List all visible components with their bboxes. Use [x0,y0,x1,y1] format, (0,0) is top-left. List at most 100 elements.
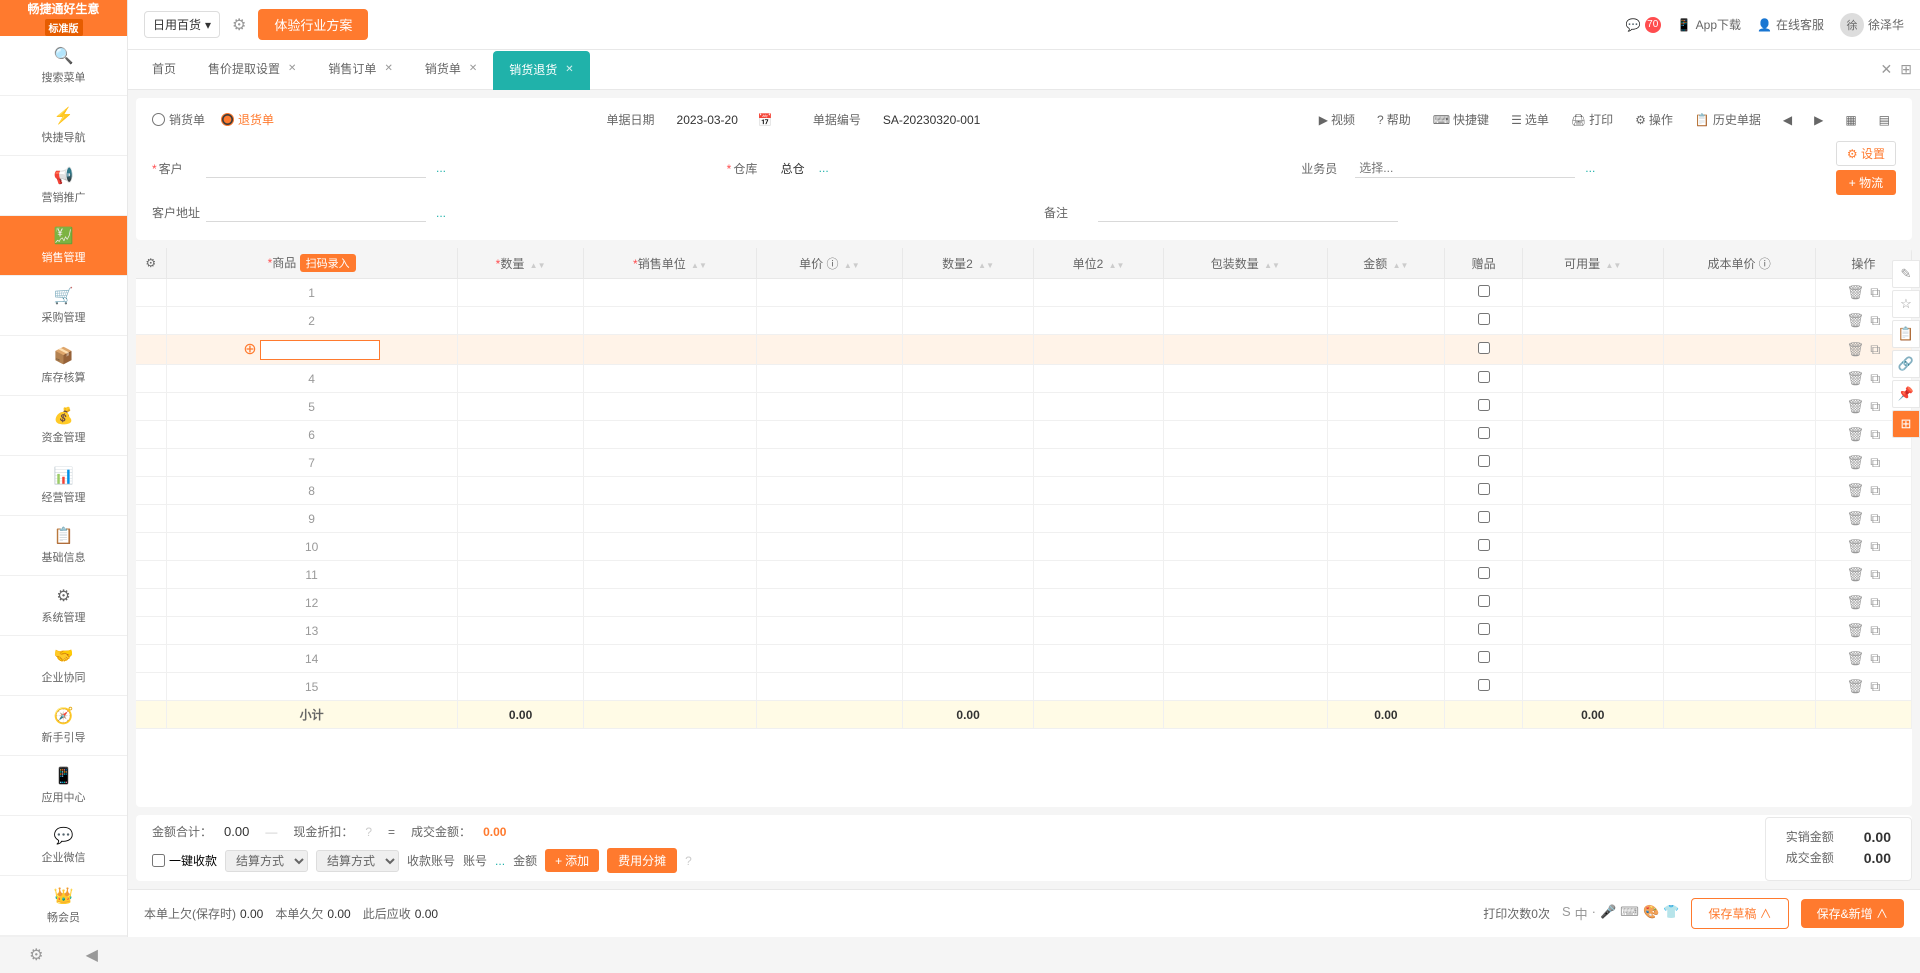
quantity-sort[interactable]: ▲▼ [530,261,546,270]
salesperson-dots[interactable]: ... [1585,161,1595,175]
copy-icon-12[interactable]: ⧉ [1870,594,1880,611]
sales-unit-sort[interactable]: ▲▼ [691,261,707,270]
sidebar-item-search[interactable]: 🔍搜索菜单 [0,36,127,96]
copy-icon-1[interactable]: ⧉ [1870,284,1880,301]
copy-icon-2[interactable]: ⧉ [1870,312,1880,329]
calendar-icon[interactable]: 📅 [758,113,773,127]
collapse-icon[interactable]: ◀ [86,945,98,965]
col-gear[interactable]: ⚙ [136,248,166,279]
delete-icon-8[interactable]: 🗑 [1846,482,1864,499]
tab-sales-delivery[interactable]: 销货单✕ [409,50,493,89]
gift-check-4[interactable] [1478,371,1490,383]
customer-dots[interactable]: ... [436,161,446,175]
product-input-3[interactable] [260,340,380,360]
tab-sales-order[interactable]: 销售订单✕ [312,50,408,89]
tab-close-sales-delivery[interactable]: ✕ [469,63,477,74]
copy-icon-9[interactable]: ⧉ [1870,510,1880,527]
shirt-icon[interactable]: 👕 [1663,904,1679,923]
copy-icon-13[interactable]: ⧉ [1870,622,1880,639]
gift-check-15[interactable] [1478,679,1490,691]
next-record-btn[interactable]: ▶ [1808,110,1829,130]
skin-icon[interactable]: 🎨 [1643,904,1659,923]
radio-return[interactable]: 退货单 [221,111,274,128]
settings-btn[interactable]: ⚙ 设置 [1836,141,1896,166]
sidebar-item-shortcuts[interactable]: ⚡快捷导航 [0,96,127,156]
sidebar-item-finance[interactable]: 💰资金管理 [0,396,127,456]
sidebar-item-member[interactable]: 👑畅会员 [0,876,127,936]
expand-tabs-btn[interactable]: ⊞ [1900,61,1912,78]
delete-icon-10[interactable]: 🗑 [1846,538,1864,555]
gift-check-8[interactable] [1478,483,1490,495]
messages-btn[interactable]: 💬 70 [1626,17,1661,33]
mic-icon[interactable]: 🎤 [1600,904,1616,923]
save-draft-btn[interactable]: 保存草稿 ∧ [1691,898,1788,929]
customer-input[interactable] [206,159,426,178]
input-icon2[interactable]: · [1592,904,1596,923]
gift-check-11[interactable] [1478,567,1490,579]
sidebar-item-weixin[interactable]: 💬企业微信 [0,816,127,876]
gift-check-1[interactable] [1478,285,1490,297]
history-btn[interactable]: 📋 历史单据 [1689,108,1767,131]
cash-discount-help-icon[interactable]: ? [365,825,372,839]
float-btn-4[interactable]: 🔗 [1892,350,1920,378]
copy-icon-15[interactable]: ⧉ [1870,678,1880,695]
topbar-gear-icon[interactable]: ⚙ [232,15,246,35]
delete-icon-6[interactable]: 🗑 [1846,426,1864,443]
tab-sales-return[interactable]: 销货退货✕ [493,51,589,90]
float-btn-3[interactable]: 📋 [1892,320,1920,348]
sidebar-item-newguide[interactable]: 🧭新手引导 [0,696,127,756]
table-view-btn[interactable]: ▦ [1839,110,1862,130]
save-new-btn[interactable]: 保存&新增 ∧ [1801,899,1904,928]
radio-return-input[interactable] [221,113,234,126]
add-row-btn[interactable]: ⊕ [243,341,256,358]
copy-icon-11[interactable]: ⧉ [1870,566,1880,583]
video-btn[interactable]: ▶ 视频 [1313,108,1361,131]
tab-home[interactable]: 首页 [136,50,192,89]
copy-icon-14[interactable]: ⧉ [1870,650,1880,667]
price-sort[interactable]: ▲▼ [844,261,860,270]
gift-check-7[interactable] [1478,455,1490,467]
online-service-btn[interactable]: 👤 在线客服 [1757,16,1824,33]
sidebar-item-purchase[interactable]: 🛒采购管理 [0,276,127,336]
qty2-sort[interactable]: ▲▼ [978,261,994,270]
remark-input[interactable] [1098,203,1398,222]
delete-icon-11[interactable]: 🗑 [1846,566,1864,583]
gift-check-13[interactable] [1478,623,1490,635]
delete-icon-5[interactable]: 🗑 [1846,398,1864,415]
copy-icon-6[interactable]: ⧉ [1870,426,1880,443]
delete-icon-14[interactable]: 🗑 [1846,650,1864,667]
app-download-btn[interactable]: 📱 App下载 [1677,16,1741,33]
gift-check-9[interactable] [1478,511,1490,523]
amount-sort[interactable]: ▲▼ [1393,261,1409,270]
delete-icon-15[interactable]: 🗑 [1846,678,1864,695]
tab-close-price-settings[interactable]: ✕ [288,63,296,74]
float-btn-5[interactable]: 📌 [1892,380,1920,408]
scan-barcode-btn[interactable]: 扫码录入 [300,254,356,272]
fee-split-help-icon[interactable]: ? [685,854,692,868]
operate-btn[interactable]: ⚙ 操作 [1629,108,1679,131]
copy-icon-3[interactable]: ⧉ [1870,341,1880,358]
settlement-method-select[interactable]: 结算方式 [225,850,308,872]
sidebar-item-inventory[interactable]: 📦库存核算 [0,336,127,396]
tab-close-sales-order[interactable]: ✕ [384,63,392,74]
gift-check-2[interactable] [1478,313,1490,325]
print-btn[interactable]: 🖨 打印 [1565,108,1619,131]
sidebar-item-operations[interactable]: 📊经营管理 [0,456,127,516]
float-btn-active[interactable]: ⊞ [1892,410,1920,438]
trial-btn[interactable]: 体验行业方案 [258,9,368,40]
calc-method-select[interactable]: 结算方式 [316,850,399,872]
radio-sales[interactable]: 销货单 [152,111,205,128]
copy-icon-10[interactable]: ⧉ [1870,538,1880,555]
add-payment-btn[interactable]: + 添加 [545,849,599,872]
avail-sort[interactable]: ▲▼ [1606,261,1622,270]
help-btn[interactable]: ? 帮助 [1371,108,1417,131]
sougou-icon[interactable]: S [1562,904,1571,923]
copy-icon-7[interactable]: ⧉ [1870,454,1880,471]
gift-check-3[interactable] [1478,342,1490,354]
delete-icon-7[interactable]: 🗑 [1846,454,1864,471]
delete-icon-13[interactable]: 🗑 [1846,622,1864,639]
address-dots[interactable]: ... [436,206,446,220]
sidebar-item-enterprise[interactable]: 🤝企业协同 [0,636,127,696]
gift-check-12[interactable] [1478,595,1490,607]
tab-price-settings[interactable]: 售价提取设置✕ [192,50,312,89]
